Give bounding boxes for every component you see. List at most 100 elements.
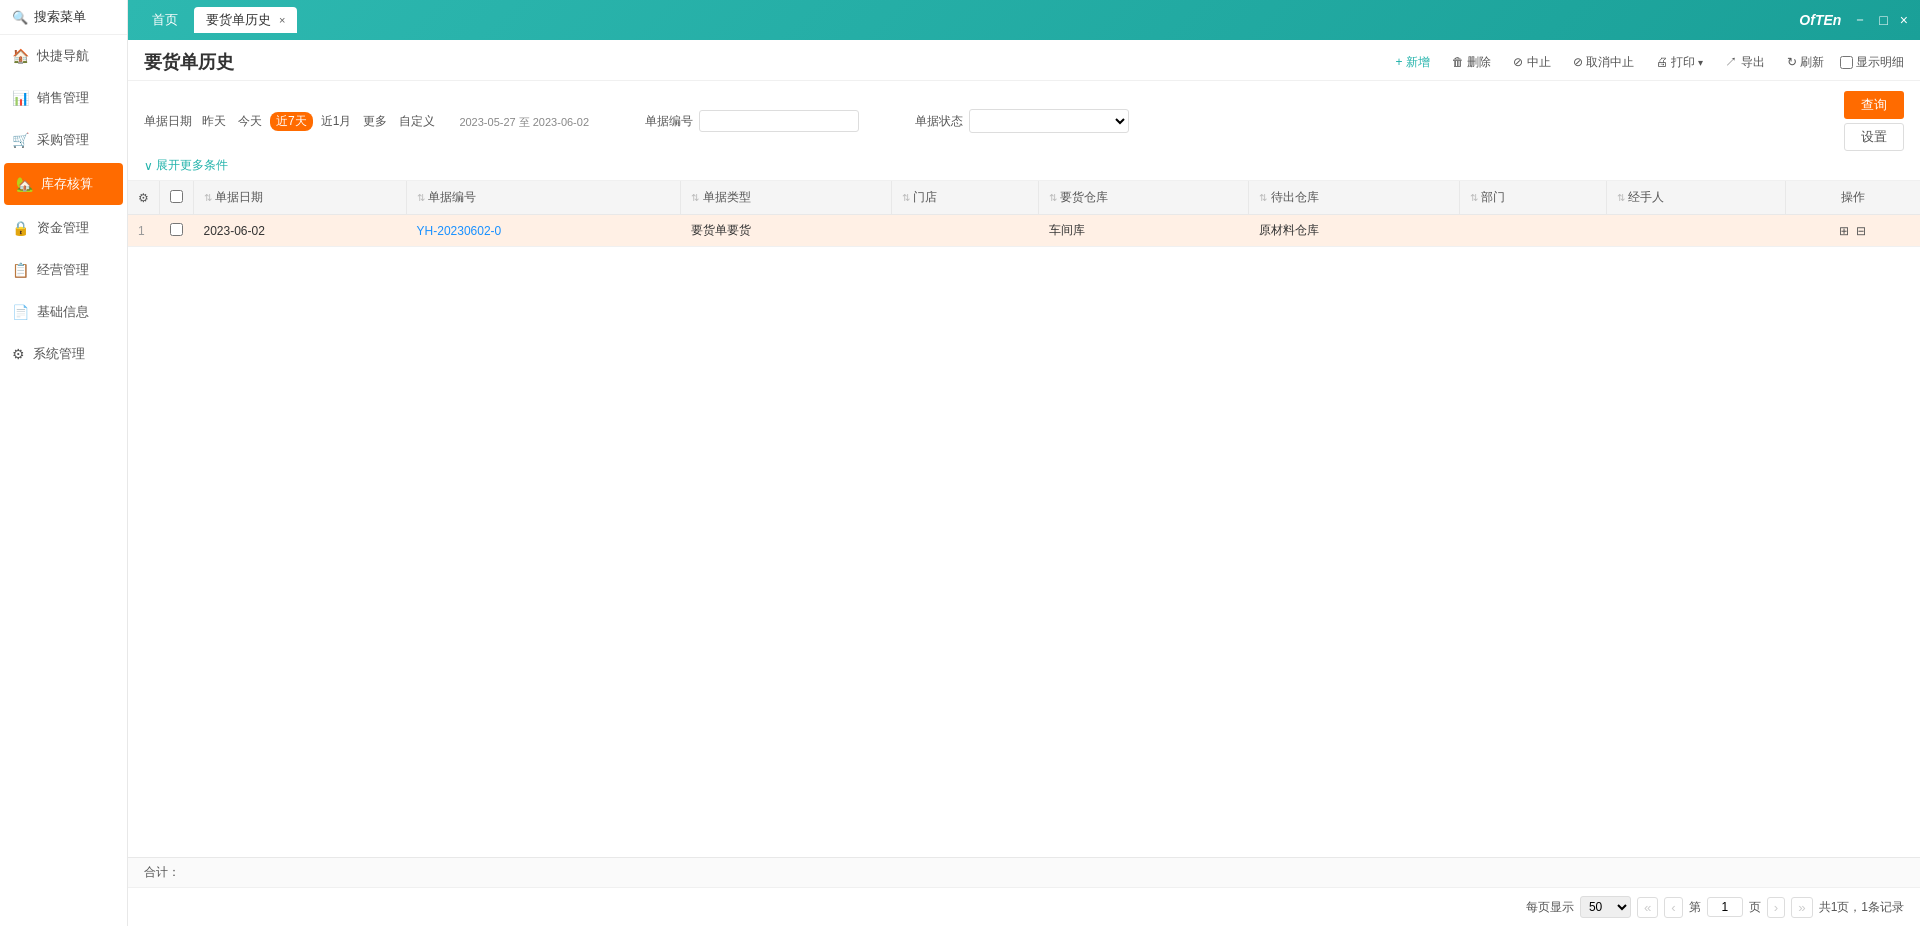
export-button-label: ↗ 导出 — [1725, 54, 1764, 71]
sidebar-item-label: 库存核算 — [41, 175, 93, 193]
col-date: ⇅ 单据日期 — [194, 181, 407, 215]
tab-active[interactable]: 要货单历史 × — [194, 7, 297, 33]
col-date-sort-icon[interactable]: ⇅ — [204, 192, 212, 203]
display-detail-checkbox[interactable] — [1840, 56, 1853, 69]
date-shortcut-today[interactable]: 今天 — [234, 112, 266, 131]
date-filter-group: 单据日期 昨天 今天 近7天 近1月 更多 自定义 — [144, 112, 439, 131]
action-buttons: 查询 设置 — [1844, 91, 1904, 151]
sidebar-item-inventory[interactable]: 🏡 库存核算 — [4, 163, 123, 205]
row-operations: ⊞ ⊟ — [1786, 215, 1920, 247]
cancel-stop-button[interactable]: ⊘ 取消中止 — [1567, 51, 1640, 74]
print-button[interactable]: 🖨 打印 ▾ — [1650, 51, 1709, 74]
sidebar-item-label: 资金管理 — [37, 219, 89, 237]
sidebar-item-basic-info[interactable]: 📄 基础信息 — [0, 291, 127, 333]
sidebar-item-label: 销售管理 — [37, 89, 89, 107]
table-body: 1 2023-06-02 YH-20230602-0 要货单要货 车间库 原材料… — [128, 215, 1920, 247]
sidebar-item-operations[interactable]: 📋 经营管理 — [0, 249, 127, 291]
page-header: 要货单历史 + 新增 🗑 删除 ⊘ 中止 ⊘ 取消中止 🖨 打印 ▾ — [128, 40, 1920, 81]
date-shortcut-custom[interactable]: 自定义 — [395, 112, 439, 131]
maximize-icon[interactable]: □ — [1879, 12, 1887, 28]
page-label-before: 第 — [1689, 899, 1701, 916]
home-icon: 🏠 — [12, 48, 29, 64]
col-handler: ⇅ 经手人 — [1607, 181, 1786, 215]
date-shortcut-7days[interactable]: 近7天 — [270, 112, 313, 131]
sidebar-item-quick-nav[interactable]: 🏠 快捷导航 — [0, 35, 127, 77]
col-pending-warehouse: ⇅ 待出仓库 — [1249, 181, 1459, 215]
refresh-button[interactable]: ↻ 刷新 — [1781, 51, 1830, 74]
sidebar-item-label: 快捷导航 — [37, 47, 89, 65]
col-req-warehouse-sort-icon[interactable]: ⇅ — [1049, 192, 1057, 203]
page-size-select[interactable]: 50 10 20 100 — [1580, 896, 1631, 918]
chevron-down-icon: ∨ — [144, 159, 153, 173]
view-icon[interactable]: ⊞ — [1839, 224, 1849, 238]
col-doc-type-sort-icon[interactable]: ⇅ — [691, 192, 699, 203]
topbar-right: OfTEn － □ × — [1799, 11, 1908, 29]
col-handler-sort-icon[interactable]: ⇅ — [1617, 192, 1625, 203]
new-button[interactable]: + 新增 — [1390, 51, 1436, 74]
col-pending-warehouse-sort-icon[interactable]: ⇅ — [1259, 192, 1267, 203]
filter-bar: 单据日期 昨天 今天 近7天 近1月 更多 自定义 2023-05-27 至 2… — [128, 81, 1920, 181]
stop-button[interactable]: ⊘ 中止 — [1507, 51, 1556, 74]
window-close-icon[interactable]: × — [1900, 12, 1908, 28]
row-checkbox[interactable] — [160, 215, 194, 247]
doc-icon: 📄 — [12, 304, 29, 320]
last-page-button[interactable]: » — [1791, 897, 1812, 918]
toolbar: + 新增 🗑 删除 ⊘ 中止 ⊘ 取消中止 🖨 打印 ▾ ↗ 导出 — [1390, 51, 1904, 74]
clipboard-icon: 📋 — [12, 262, 29, 278]
export-button[interactable]: ↗ 导出 — [1719, 51, 1770, 74]
col-doc-no-sort-icon[interactable]: ⇅ — [417, 192, 425, 203]
display-detail-button[interactable]: 显示明细 — [1840, 54, 1904, 71]
display-detail-label: 显示明细 — [1856, 54, 1904, 71]
first-page-button[interactable]: « — [1637, 897, 1658, 918]
query-button[interactable]: 查询 — [1844, 91, 1904, 119]
sidebar-item-sales[interactable]: 📊 销售管理 — [0, 77, 127, 119]
prev-page-button[interactable]: ‹ — [1664, 897, 1682, 918]
sidebar-item-finance[interactable]: 🔒 资金管理 — [0, 207, 127, 249]
settings-button[interactable]: 设置 — [1844, 123, 1904, 151]
delete-button[interactable]: 🗑 删除 — [1446, 51, 1497, 74]
status-filter-group: 单据状态 — [915, 109, 1129, 133]
row-store — [891, 215, 1038, 247]
col-checkbox[interactable] — [160, 181, 194, 215]
row-doc-no[interactable]: YH-20230602-0 — [407, 215, 681, 247]
date-shortcut-more[interactable]: 更多 — [359, 112, 391, 131]
col-store-sort-icon[interactable]: ⇅ — [902, 192, 910, 203]
table-row[interactable]: 1 2023-06-02 YH-20230602-0 要货单要货 车间库 原材料… — [128, 215, 1920, 247]
delete-button-label: 🗑 删除 — [1452, 54, 1491, 71]
sidebar-item-system[interactable]: ⚙ 系统管理 — [0, 333, 127, 375]
status-label: 单据状态 — [915, 113, 963, 130]
date-range-text: 2023-05-27 至 2023-06-02 — [459, 115, 589, 130]
page-size-label: 每页显示 — [1526, 899, 1574, 916]
col-department-sort-icon[interactable]: ⇅ — [1470, 192, 1478, 203]
sidebar-item-label: 经营管理 — [37, 261, 89, 279]
house-icon: 🏡 — [16, 176, 33, 192]
minimize-icon[interactable]: － — [1853, 11, 1867, 29]
main-area: 首页 要货单历史 × OfTEn － □ × 要货单历史 + 新增 🗑 删除 — [128, 0, 1920, 926]
row-handler — [1607, 215, 1786, 247]
sidebar-item-purchase[interactable]: 🛒 采购管理 — [0, 119, 127, 161]
total-label: 共1页，1条记录 — [1819, 899, 1904, 916]
next-page-button[interactable]: › — [1767, 897, 1785, 918]
row-index: 1 — [128, 215, 160, 247]
cancel-stop-button-label: ⊘ 取消中止 — [1573, 54, 1634, 71]
page-input[interactable] — [1707, 897, 1743, 917]
edit-icon[interactable]: ⊟ — [1856, 224, 1866, 238]
sidebar-search[interactable]: 🔍 搜索菜单 — [0, 0, 127, 35]
print-button-label: 🖨 打印 — [1656, 54, 1695, 71]
expand-more-btn[interactable]: ∨ 展开更多条件 — [144, 157, 1904, 174]
date-shortcut-yesterday[interactable]: 昨天 — [198, 112, 230, 131]
doc-no-link[interactable]: YH-20230602-0 — [417, 224, 502, 238]
page-label-after: 页 — [1749, 899, 1761, 916]
status-select[interactable] — [969, 109, 1129, 133]
gear-icon: ⚙ — [12, 346, 25, 362]
doc-no-input[interactable] — [699, 110, 859, 132]
sidebar-item-label: 采购管理 — [37, 131, 89, 149]
date-shortcut-1month[interactable]: 近1月 — [317, 112, 356, 131]
row-date: 2023-06-02 — [194, 215, 407, 247]
col-settings[interactable]: ⚙ — [128, 181, 160, 215]
date-filter-label: 单据日期 — [144, 113, 192, 130]
select-all-checkbox[interactable] — [170, 190, 183, 203]
col-store: ⇅ 门店 — [891, 181, 1038, 215]
tab-close-icon[interactable]: × — [279, 14, 285, 26]
tab-home[interactable]: 首页 — [140, 7, 190, 33]
